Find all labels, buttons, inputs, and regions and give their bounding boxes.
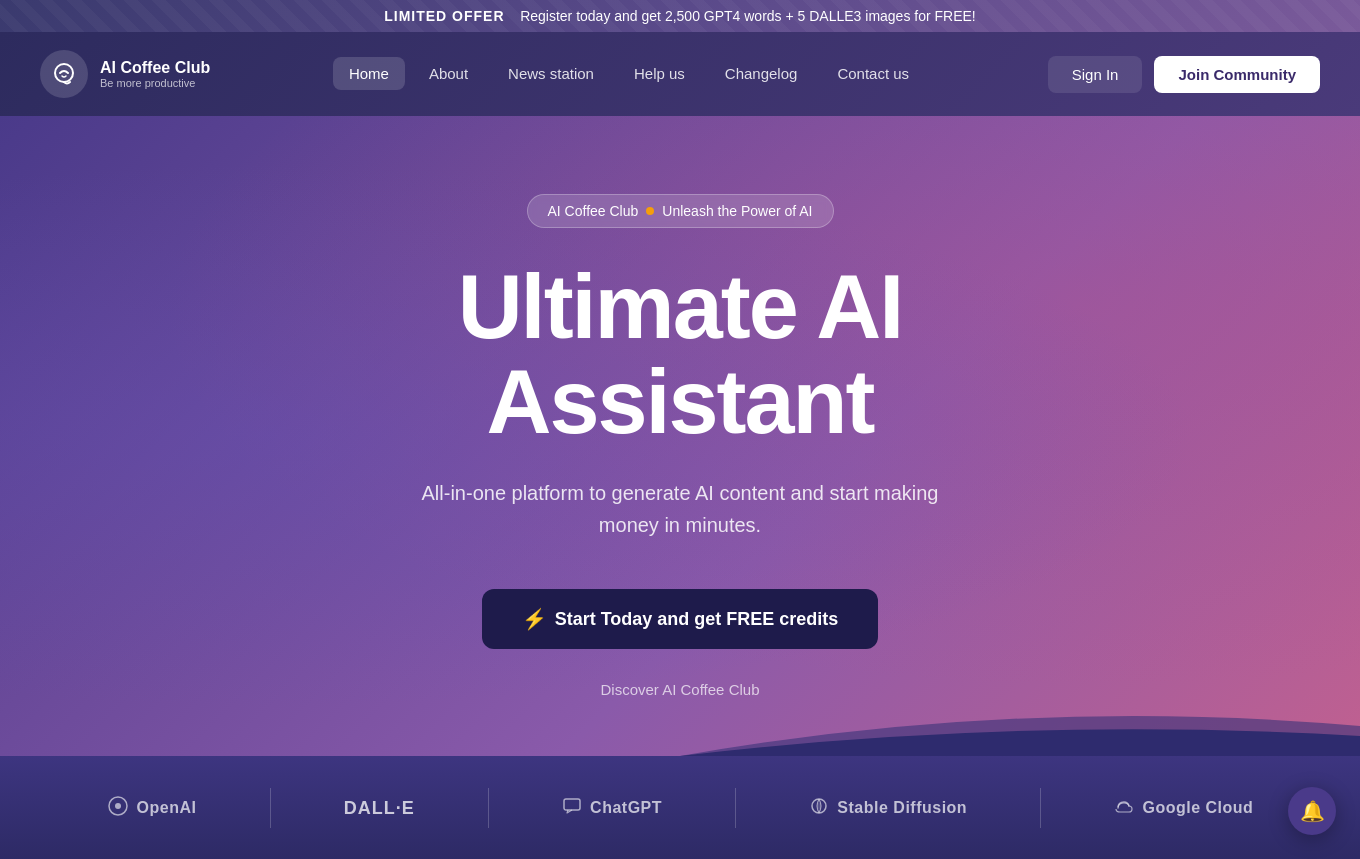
svg-point-2 [115, 803, 121, 809]
logo-icon [40, 50, 88, 98]
nav-item-home[interactable]: Home [333, 65, 405, 83]
brand-name: AI Coffee Club [100, 59, 210, 77]
nav-item-about[interactable]: About [413, 65, 484, 83]
partner-google-cloud: Google Cloud [1114, 796, 1253, 821]
nav-item-help[interactable]: Help us [618, 65, 701, 83]
lightning-icon: ⚡ [522, 607, 547, 631]
partner-dalle: DALL·E [344, 798, 415, 819]
hero-badge-brand: AI Coffee Club [548, 203, 639, 219]
google-cloud-label: Google Cloud [1142, 799, 1253, 817]
partner-chatgpt: ChatGPT [562, 796, 662, 821]
openai-icon [107, 795, 129, 822]
partner-stable-diffusion: Stable Diffusion [809, 796, 967, 821]
cta-button[interactable]: ⚡ Start Today and get FREE credits [482, 589, 879, 649]
nav-link-changelog[interactable]: Changelog [709, 57, 814, 90]
hero-content: AI Coffee Club Unleash the Power of AI U… [390, 194, 970, 698]
partners-inner: OpenAI DALL·E ChatGPT Stable [0, 756, 1360, 859]
main-nav: AI Coffee Club Be more productive Home A… [0, 32, 1360, 116]
limited-offer-label: LIMITED OFFER [384, 8, 504, 24]
nav-item-changelog[interactable]: Changelog [709, 65, 814, 83]
partners-section: OpenAI DALL·E ChatGPT Stable [0, 756, 1360, 859]
hero-section: AI Coffee Club Unleash the Power of AI U… [0, 116, 1360, 756]
nav-item-news[interactable]: News station [492, 65, 610, 83]
badge-dot [646, 207, 654, 215]
brand-tagline: Be more productive [100, 77, 210, 89]
divider-4 [1040, 788, 1041, 828]
stable-diffusion-icon [809, 796, 829, 821]
announcement-text: Register today and get 2,500 GPT4 words … [520, 8, 976, 24]
divider-3 [735, 788, 736, 828]
cta-label: Start Today and get FREE credits [555, 609, 839, 630]
nav-actions: Sign In Join Community [1048, 56, 1320, 93]
hero-badge: AI Coffee Club Unleash the Power of AI [527, 194, 834, 228]
svg-rect-3 [564, 799, 580, 810]
divider-2 [488, 788, 489, 828]
divider-1 [270, 788, 271, 828]
hero-badge-text: Unleash the Power of AI [662, 203, 812, 219]
announcement-bar: LIMITED OFFER Register today and get 2,5… [0, 0, 1360, 32]
notification-button[interactable]: 🔔 [1288, 787, 1336, 835]
openai-label: OpenAI [137, 799, 197, 817]
bell-icon: 🔔 [1300, 799, 1325, 823]
signin-button[interactable]: Sign In [1048, 56, 1143, 93]
nav-links: Home About News station Help us Changelo… [333, 65, 925, 83]
dalle-label: DALL·E [344, 798, 415, 819]
chatgpt-label: ChatGPT [590, 799, 662, 817]
svg-point-0 [55, 64, 73, 82]
hero-title-line1: Ultimate AI [458, 257, 903, 357]
nav-link-news[interactable]: News station [492, 57, 610, 90]
nav-link-help[interactable]: Help us [618, 57, 701, 90]
nav-item-contact[interactable]: Contact us [821, 65, 925, 83]
nav-link-home[interactable]: Home [333, 57, 405, 90]
hero-title: Ultimate AI Assistant [390, 260, 970, 449]
hero-title-line2: Assistant [486, 352, 873, 452]
hero-subtitle: All-in-one platform to generate AI conte… [390, 477, 970, 541]
google-cloud-icon [1114, 796, 1134, 821]
logo-link[interactable]: AI Coffee Club Be more productive [40, 50, 210, 98]
join-community-button[interactable]: Join Community [1154, 56, 1320, 93]
partner-openai: OpenAI [107, 795, 197, 822]
discover-link[interactable]: Discover AI Coffee Club [390, 681, 970, 698]
logo-text: AI Coffee Club Be more productive [100, 59, 210, 89]
nav-link-contact[interactable]: Contact us [821, 57, 925, 90]
chatgpt-icon [562, 796, 582, 821]
nav-link-about[interactable]: About [413, 57, 484, 90]
stable-diffusion-label: Stable Diffusion [837, 799, 967, 817]
